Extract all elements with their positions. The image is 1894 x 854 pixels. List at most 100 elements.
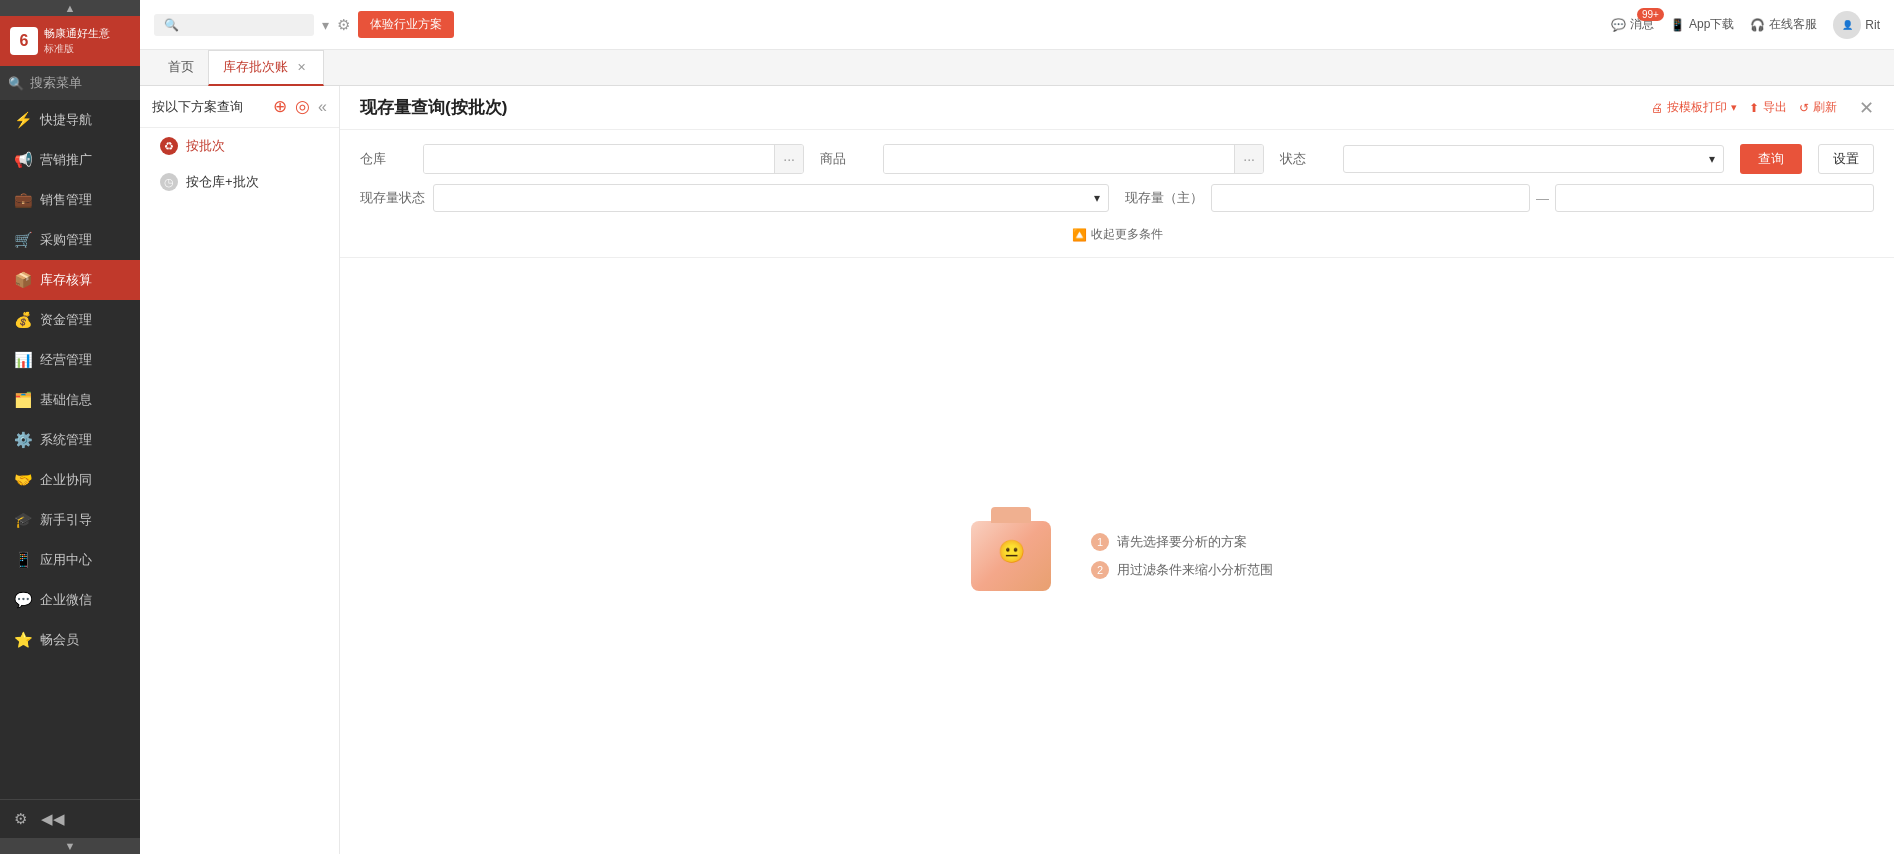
query-button[interactable]: 查询 bbox=[1740, 144, 1802, 174]
settings-footer-icon[interactable]: ⚙ bbox=[14, 810, 27, 828]
shortcuts-icon: ⚡ bbox=[14, 111, 32, 129]
sidebar-item-purchase[interactable]: 🛒 采购管理 bbox=[0, 220, 140, 260]
sidebar-item-operations[interactable]: 📊 经营管理 bbox=[0, 340, 140, 380]
filter-panel-title: 按以下方案查询 bbox=[152, 98, 243, 116]
sidebar-header: 6 畅康通好生意 标准版 bbox=[0, 16, 140, 66]
inventory-status-arrow: ▾ bbox=[1094, 191, 1100, 205]
sidebar-nav: ⚡ 快捷导航 📢 营销推广 💼 销售管理 🛒 采购管理 📦 库存核算 💰 资金管… bbox=[0, 100, 140, 799]
tab-home-label: 首页 bbox=[168, 58, 194, 76]
sidebar-item-label: 应用中心 bbox=[40, 551, 92, 569]
sidebar-item-system[interactable]: ⚙️ 系统管理 bbox=[0, 420, 140, 460]
search-form: 仓库 ··· 商品 ··· 状态 bbox=[340, 130, 1894, 258]
sidebar-item-member[interactable]: ⭐ 畅会员 bbox=[0, 620, 140, 660]
filter-settings-icon[interactable]: ◎ bbox=[295, 96, 310, 117]
brand-sub: 标准版 bbox=[44, 42, 110, 56]
sidebar-item-apps[interactable]: 📱 应用中心 bbox=[0, 540, 140, 580]
settings-icon[interactable]: ⚙ bbox=[337, 16, 350, 34]
app-download-item[interactable]: 📱 App下载 bbox=[1670, 16, 1734, 33]
inventory-status-label: 现存量状态 bbox=[360, 189, 425, 207]
tab-inventory-batch-label: 库存批次账 bbox=[223, 58, 288, 76]
wechat-icon: 💬 bbox=[14, 591, 32, 609]
sidebar-scroll-up[interactable]: ▲ bbox=[0, 0, 140, 16]
operations-icon: 📊 bbox=[14, 351, 32, 369]
newuser-icon: 🎓 bbox=[14, 511, 32, 529]
inventory-qty-from[interactable] bbox=[1211, 184, 1530, 212]
refresh-label: 刷新 bbox=[1813, 99, 1837, 116]
filter-item-icon-wh-batch: ◷ bbox=[160, 173, 178, 191]
dropdown-icon[interactable]: ▾ bbox=[322, 17, 329, 33]
marketing-icon: 📢 bbox=[14, 151, 32, 169]
user-item[interactable]: 👤 Rit bbox=[1833, 11, 1880, 39]
filter-item-by-warehouse-batch[interactable]: ◷ 按仓库+批次 bbox=[140, 164, 339, 200]
goods-label: 商品 bbox=[820, 150, 875, 168]
online-service-item[interactable]: 🎧 在线客服 bbox=[1750, 16, 1817, 33]
sidebar-item-label: 基础信息 bbox=[40, 391, 92, 409]
brand-name: 畅康通好生意 bbox=[44, 26, 110, 41]
sidebar-item-finance[interactable]: 💰 资金管理 bbox=[0, 300, 140, 340]
refresh-action[interactable]: ↺ 刷新 bbox=[1799, 99, 1837, 116]
sidebar-item-label: 经营管理 bbox=[40, 351, 92, 369]
online-service-label: 在线客服 bbox=[1769, 16, 1817, 33]
sidebar-item-sales[interactable]: 💼 销售管理 bbox=[0, 180, 140, 220]
messages-badge: 99+ bbox=[1637, 8, 1664, 21]
filter-panel-header: 按以下方案查询 ⊕ ◎ « bbox=[140, 86, 339, 128]
sidebar-item-shortcuts[interactable]: ⚡ 快捷导航 bbox=[0, 100, 140, 140]
sidebar-item-inventory[interactable]: 📦 库存核算 bbox=[0, 260, 140, 300]
sidebar-item-enterprise[interactable]: 🤝 企业协同 bbox=[0, 460, 140, 500]
sidebar-item-newuser[interactable]: 🎓 新手引导 bbox=[0, 500, 140, 540]
goods-dots-btn[interactable]: ··· bbox=[1234, 145, 1263, 173]
filter-header-actions: ⊕ ◎ « bbox=[273, 96, 327, 117]
print-icon: 🖨 bbox=[1651, 101, 1663, 115]
topbar-search[interactable]: 🔍 bbox=[154, 14, 314, 36]
tab-home[interactable]: 首页 bbox=[154, 50, 208, 86]
sidebar-search-label: 搜索菜单 bbox=[30, 74, 82, 92]
tab-close-icon[interactable]: ✕ bbox=[294, 60, 309, 75]
empty-state: 😐 1 请先选择要分析的方案 2 用过滤条件来缩小分析范围 bbox=[340, 258, 1894, 854]
sidebar-scroll-down[interactable]: ▼ bbox=[0, 838, 140, 854]
sidebar-item-marketing[interactable]: 📢 营销推广 bbox=[0, 140, 140, 180]
finance-icon: 💰 bbox=[14, 311, 32, 329]
inventory-qty-label: 现存量（主） bbox=[1125, 189, 1203, 207]
member-icon: ⭐ bbox=[14, 631, 32, 649]
chevron-up-icon: 🔼 bbox=[1072, 228, 1087, 242]
sidebar-item-label: 企业协同 bbox=[40, 471, 92, 489]
print-label: 按模板打印 bbox=[1667, 99, 1727, 116]
messages-item[interactable]: 💬 消息 99+ bbox=[1611, 16, 1654, 33]
inventory-status-select[interactable]: ▾ bbox=[433, 184, 1109, 212]
print-dropdown-icon[interactable]: ▾ bbox=[1731, 101, 1737, 114]
warehouse-label: 仓库 bbox=[360, 150, 415, 168]
settings-button[interactable]: 设置 bbox=[1818, 144, 1874, 174]
warehouse-input[interactable] bbox=[424, 145, 774, 173]
print-action[interactable]: 🖨 按模板打印 ▾ bbox=[1651, 99, 1737, 116]
goods-input-wrapper: ··· bbox=[883, 144, 1264, 174]
tab-inventory-batch[interactable]: 库存批次账 ✕ bbox=[208, 50, 324, 86]
page-close-icon[interactable]: ✕ bbox=[1859, 97, 1874, 119]
apps-icon: 📱 bbox=[14, 551, 32, 569]
enterprise-icon: 🤝 bbox=[14, 471, 32, 489]
sales-icon: 💼 bbox=[14, 191, 32, 209]
status-field: 状态 ▾ bbox=[1280, 145, 1724, 173]
main-area: 🔍 ▾ ⚙ 体验行业方案 💬 消息 99+ 📱 App下载 🎧 在线客服 bbox=[140, 0, 1894, 854]
add-filter-icon[interactable]: ⊕ bbox=[273, 96, 287, 117]
goods-input[interactable] bbox=[884, 145, 1234, 173]
filter-item-by-batch[interactable]: ♻ 按批次 bbox=[140, 128, 339, 164]
tip-num-1: 1 bbox=[1091, 533, 1109, 551]
system-icon: ⚙️ bbox=[14, 431, 32, 449]
sidebar-item-label: 新手引导 bbox=[40, 511, 92, 529]
form-row-1: 仓库 ··· 商品 ··· 状态 bbox=[360, 144, 1874, 174]
sidebar-search[interactable]: 🔍 搜索菜单 bbox=[0, 66, 140, 100]
status-select[interactable]: ▾ bbox=[1343, 145, 1724, 173]
empty-box-face: 😐 bbox=[998, 539, 1025, 565]
filter-collapse-icon[interactable]: « bbox=[318, 98, 327, 116]
collapse-conditions-row[interactable]: 🔼 收起更多条件 bbox=[360, 222, 1874, 247]
export-action[interactable]: ⬆ 导出 bbox=[1749, 99, 1787, 116]
sidebar-item-wechat[interactable]: 💬 企业微信 bbox=[0, 580, 140, 620]
inventory-qty-to[interactable] bbox=[1555, 184, 1874, 212]
collapse-icon[interactable]: ◀◀ bbox=[41, 810, 65, 828]
avatar: 👤 bbox=[1833, 11, 1861, 39]
sidebar-item-label: 系统管理 bbox=[40, 431, 92, 449]
warehouse-dots-btn[interactable]: ··· bbox=[774, 145, 803, 173]
brand-icon: 6 bbox=[10, 27, 38, 55]
sidebar-item-base[interactable]: 🗂️ 基础信息 bbox=[0, 380, 140, 420]
experience-btn[interactable]: 体验行业方案 bbox=[358, 11, 454, 38]
